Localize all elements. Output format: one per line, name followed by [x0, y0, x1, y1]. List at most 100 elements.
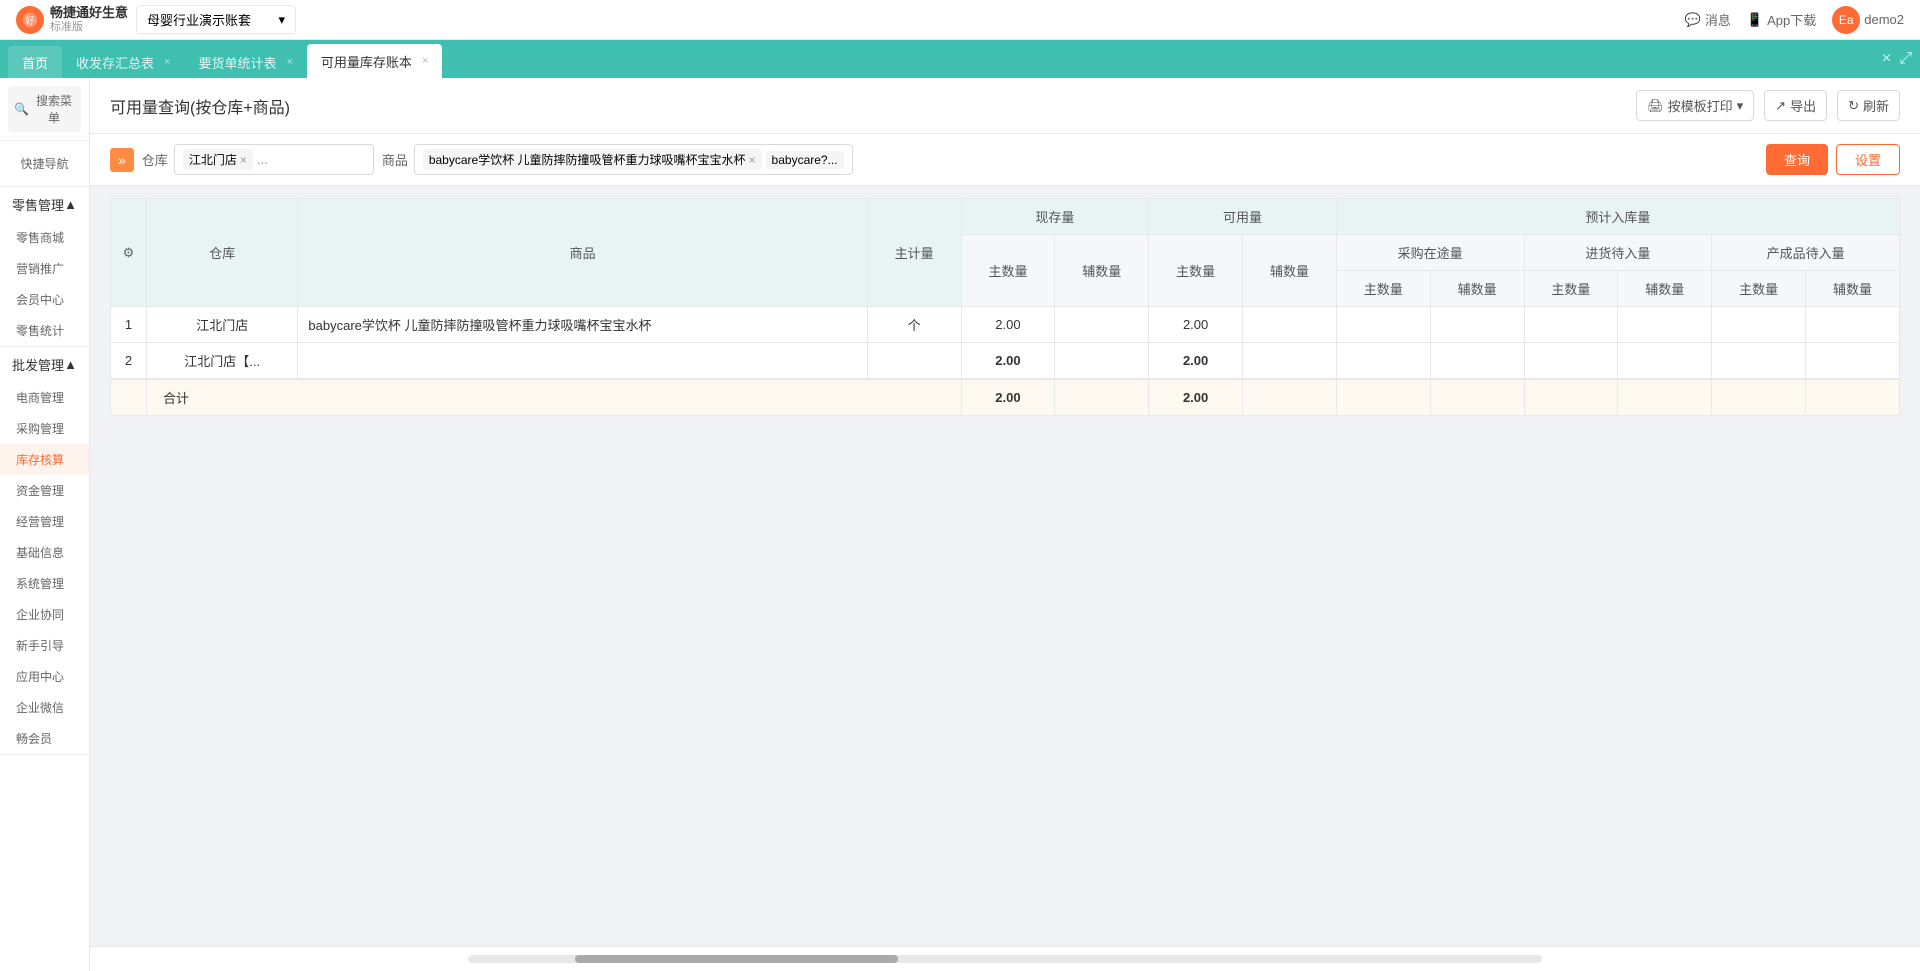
message-button[interactable]: 💬 消息	[1685, 10, 1731, 29]
sidebar-item-guide[interactable]: 新手引导	[0, 630, 89, 661]
sidebar-item-wechat[interactable]: 企业微信	[0, 692, 89, 723]
table-container: ⚙ 仓库 商品 主计量 现存量 可用量 预计入库量 主数量 辅数量 主数量 辅数…	[90, 186, 1920, 946]
sidebar-item-purchase[interactable]: 采购管理	[0, 413, 89, 444]
cell-avail-aux-2	[1243, 343, 1337, 380]
settings-icon[interactable]: ⚙	[123, 245, 135, 260]
sidebar-item-quick-nav[interactable]: 快捷导航	[0, 147, 89, 180]
industry-selector[interactable]: 母婴行业演示账套 ▾	[136, 5, 296, 34]
sidebar-retail-label: 零售管理	[12, 195, 64, 214]
query-button[interactable]: 查询	[1766, 144, 1828, 175]
warehouse-tag-remove[interactable]: ×	[240, 153, 247, 167]
warehouse-tag: 江北门店 ×	[183, 149, 253, 170]
cell-purchase-main-1	[1336, 307, 1430, 343]
tab-available-stock-close[interactable]: ×	[422, 55, 428, 67]
search-menu-button[interactable]: 🔍 搜索菜单	[8, 86, 81, 132]
sidebar-item-basic[interactable]: 基础信息	[0, 537, 89, 568]
sidebar-item-ecommerce[interactable]: 电商管理	[0, 382, 89, 413]
chevron-down-icon: ▾	[278, 12, 285, 28]
tab-order-stat-label: 要货单统计表	[198, 53, 276, 72]
summary-production-aux	[1806, 379, 1900, 416]
cell-stock-main-1: 2.00	[961, 307, 1055, 343]
page-actions: 🖨 按模板打印 ▾ ↗ 导出 ↻ 刷新	[1636, 90, 1900, 121]
sidebar-item-enterprise[interactable]: 企业协同	[0, 599, 89, 630]
refresh-label: 刷新	[1863, 96, 1889, 115]
cell-purchase-aux-2	[1430, 343, 1524, 380]
sidebar-item-retail-stats[interactable]: 零售统计	[0, 315, 89, 346]
template-print-button[interactable]: 🖨 按模板打印 ▾	[1636, 90, 1754, 121]
sidebar-item-app-center[interactable]: 应用中心	[0, 661, 89, 692]
product-tag-1-remove[interactable]: ×	[749, 153, 756, 167]
sidebar-section-retail: 零售管理 ▲ 零售商城 营销推广 会员中心 零售统计	[0, 187, 89, 347]
app-download-button[interactable]: 📱 App下载	[1747, 10, 1816, 29]
col-available-header: 可用量	[1149, 199, 1337, 235]
download-icon: 📱	[1747, 12, 1763, 28]
user-menu[interactable]: Ea demo2	[1832, 6, 1904, 34]
template-print-label: 按模板打印	[1668, 96, 1733, 115]
logo-sub: 标准版	[50, 21, 128, 34]
sidebar-item-member-center[interactable]: 会员中心	[0, 284, 89, 315]
sidebar-section-retail-header[interactable]: 零售管理 ▲	[0, 187, 89, 222]
col-settings-header[interactable]: ⚙	[111, 199, 147, 307]
col-stock-main-header: 主数量	[961, 235, 1055, 307]
cell-warehouse-2: 江北门店【...	[147, 343, 298, 380]
cell-incoming-aux-1	[1618, 307, 1712, 343]
cell-avail-main-1: 2.00	[1149, 307, 1243, 343]
top-bar-left: 好 畅捷通好生意 标准版 母婴行业演示账套 ▾	[16, 5, 296, 34]
sidebar-wholesale-label: 批发管理	[12, 355, 64, 374]
cell-warehouse-1: 江北门店	[147, 307, 298, 343]
refresh-button[interactable]: ↻ 刷新	[1837, 90, 1900, 121]
col-purchase-aux-header: 辅数量	[1430, 271, 1524, 307]
tab-receivable-label: 收发存汇总表	[76, 53, 154, 72]
sidebar-item-retail-promo[interactable]: 营销推广	[0, 253, 89, 284]
sidebar-item-operation[interactable]: 经营管理	[0, 506, 89, 537]
industry-label: 母婴行业演示账套	[147, 10, 251, 29]
page-title: 可用量查询(按仓库+商品)	[110, 94, 290, 118]
nav-tabs-controls: × ⤢	[1882, 50, 1912, 68]
sidebar-section-wholesale-header[interactable]: 批发管理 ▲	[0, 347, 89, 382]
warehouse-more[interactable]: ...	[257, 152, 268, 167]
warehouse-input[interactable]: 江北门店 × ...	[174, 144, 374, 175]
tab-order-stat-close[interactable]: ×	[286, 56, 292, 68]
logo-icon: 好	[16, 6, 44, 34]
tab-order-stat[interactable]: 要货单统计表 ×	[184, 46, 306, 78]
summary-cell-settings	[111, 379, 147, 416]
summary-avail-aux	[1243, 379, 1337, 416]
cell-avail-aux-1	[1243, 307, 1337, 343]
product-input[interactable]: babycare学饮杯 儿童防摔防撞吸管杯重力球吸嘴杯宝宝水杯 × babyca…	[414, 144, 853, 175]
sidebar-item-inventory[interactable]: 库存核算	[0, 444, 89, 475]
sidebar-item-system[interactable]: 系统管理	[0, 568, 89, 599]
export-label: 导出	[1790, 96, 1816, 115]
tab-available-stock[interactable]: 可用量库存账本 ×	[307, 44, 442, 78]
export-button[interactable]: ↗ 导出	[1764, 90, 1827, 121]
sidebar-item-retail-mall[interactable]: 零售商城	[0, 222, 89, 253]
refresh-icon: ↻	[1848, 98, 1859, 114]
sidebar-item-vip[interactable]: 畅会员	[0, 723, 89, 754]
product-tag-2-value: babycare?...	[772, 153, 838, 167]
warehouse-filter-label: 仓库	[142, 150, 168, 169]
maximize-button[interactable]: ⤢	[1899, 50, 1912, 68]
product-tag-1: babycare学饮杯 儿童防摔防撞吸管杯重力球吸嘴杯宝宝水杯 ×	[423, 149, 762, 170]
tab-receivable-close[interactable]: ×	[164, 56, 170, 68]
nav-tabs: 首页 收发存汇总表 × 要货单统计表 × 可用量库存账本 × × ⤢	[0, 40, 1920, 78]
col-planned-header: 预计入库量	[1336, 199, 1899, 235]
scroll-thumb[interactable]	[575, 955, 897, 963]
filter-toggle-button[interactable]: »	[110, 148, 134, 172]
export-icon: ↗	[1775, 98, 1786, 114]
avatar: Ea	[1832, 6, 1860, 34]
setting-button[interactable]: 设置	[1836, 144, 1900, 175]
tab-receivable[interactable]: 收发存汇总表 ×	[62, 46, 184, 78]
warehouse-tag-value: 江北门店	[189, 151, 237, 168]
close-all-tabs-button[interactable]: ×	[1882, 50, 1891, 68]
table-footer	[90, 946, 1920, 971]
col-stock-aux-header: 辅数量	[1055, 235, 1149, 307]
data-table: ⚙ 仓库 商品 主计量 现存量 可用量 预计入库量 主数量 辅数量 主数量 辅数…	[110, 198, 1900, 416]
sidebar-item-finance[interactable]: 资金管理	[0, 475, 89, 506]
cell-stock-aux-1	[1055, 307, 1149, 343]
chevron-down-icon3: ▾	[1737, 98, 1744, 114]
col-purchase-transit-header: 采购在途量	[1336, 235, 1524, 271]
tab-home[interactable]: 首页	[8, 46, 62, 78]
sidebar-section-wholesale: 批发管理 ▲ 电商管理 采购管理 库存核算 资金管理 经营管理 基础信息 系	[0, 347, 89, 755]
summary-purchase-aux	[1430, 379, 1524, 416]
col-incoming-main-header: 主数量	[1524, 271, 1618, 307]
scroll-track[interactable]	[468, 955, 1542, 963]
